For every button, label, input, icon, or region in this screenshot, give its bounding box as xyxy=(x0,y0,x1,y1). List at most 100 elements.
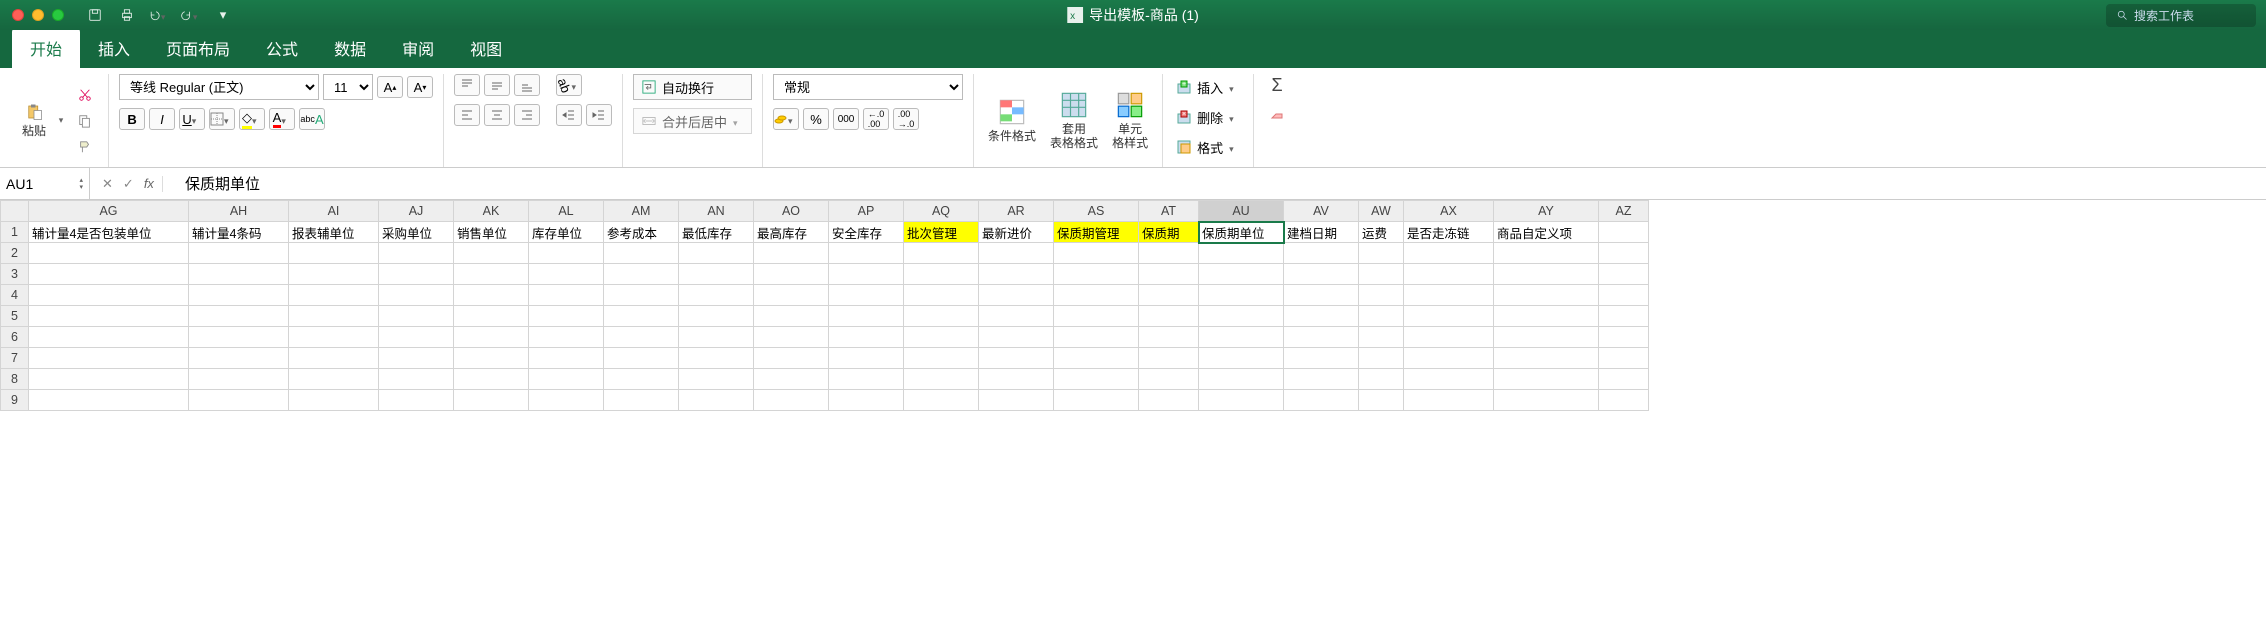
cell[interactable] xyxy=(379,327,454,348)
cell[interactable] xyxy=(604,264,679,285)
name-box[interactable]: AU1 ▴▾ xyxy=(0,168,90,199)
cell[interactable] xyxy=(904,306,979,327)
cell[interactable]: 库存单位 xyxy=(529,222,604,243)
cell[interactable] xyxy=(189,390,289,411)
column-header[interactable]: AJ xyxy=(379,201,454,222)
cell[interactable] xyxy=(679,369,754,390)
cell[interactable] xyxy=(454,369,529,390)
cell[interactable] xyxy=(979,348,1054,369)
undo-button[interactable] xyxy=(148,6,170,24)
italic-button[interactable]: I xyxy=(149,108,175,130)
cell[interactable]: 最低库存 xyxy=(679,222,754,243)
cell[interactable] xyxy=(289,264,379,285)
cell[interactable] xyxy=(529,348,604,369)
save-icon[interactable] xyxy=(84,6,106,24)
cell[interactable] xyxy=(604,348,679,369)
cell[interactable] xyxy=(604,327,679,348)
cell[interactable] xyxy=(754,306,829,327)
row-header[interactable]: 8 xyxy=(1,369,29,390)
cell[interactable] xyxy=(829,348,904,369)
column-header[interactable]: AO xyxy=(754,201,829,222)
cell[interactable]: 销售单位 xyxy=(454,222,529,243)
cell[interactable] xyxy=(29,348,189,369)
cell[interactable] xyxy=(1359,306,1404,327)
cell[interactable] xyxy=(1054,369,1139,390)
cell[interactable] xyxy=(754,264,829,285)
cell[interactable] xyxy=(1139,243,1199,264)
cell[interactable] xyxy=(679,306,754,327)
cell[interactable]: 采购单位 xyxy=(379,222,454,243)
cell[interactable]: 最新进价 xyxy=(979,222,1054,243)
cell[interactable] xyxy=(754,369,829,390)
merge-center-button[interactable]: 合并后居中 xyxy=(633,108,752,134)
cell[interactable] xyxy=(1199,369,1284,390)
cell[interactable] xyxy=(29,390,189,411)
column-header[interactable]: AH xyxy=(189,201,289,222)
wrap-text-button[interactable]: 自动换行 xyxy=(633,74,752,100)
cell[interactable]: 报表辅单位 xyxy=(289,222,379,243)
cell[interactable] xyxy=(189,327,289,348)
cell[interactable] xyxy=(1599,285,1649,306)
cell[interactable] xyxy=(454,390,529,411)
cell[interactable] xyxy=(379,306,454,327)
row-header[interactable]: 2 xyxy=(1,243,29,264)
fx-icon[interactable]: fx xyxy=(144,176,163,192)
cell[interactable] xyxy=(904,327,979,348)
font-size-combo[interactable]: 11 xyxy=(323,74,373,100)
cell[interactable] xyxy=(1199,264,1284,285)
cell[interactable] xyxy=(979,285,1054,306)
cell[interactable] xyxy=(1284,306,1359,327)
font-color-button[interactable]: A xyxy=(269,108,295,130)
cell[interactable] xyxy=(904,285,979,306)
cell[interactable] xyxy=(529,390,604,411)
cell[interactable] xyxy=(679,390,754,411)
cell[interactable] xyxy=(1284,348,1359,369)
column-header[interactable]: AY xyxy=(1494,201,1599,222)
format-painter-button[interactable] xyxy=(72,136,98,158)
increase-font-button[interactable]: A▴ xyxy=(377,76,403,98)
cell[interactable] xyxy=(289,369,379,390)
row-header[interactable]: 7 xyxy=(1,348,29,369)
column-header[interactable]: AL xyxy=(529,201,604,222)
cell[interactable] xyxy=(1359,264,1404,285)
cell[interactable]: 辅计量4条码 xyxy=(189,222,289,243)
delete-cells-button[interactable]: × 删除 xyxy=(1173,104,1243,130)
cell[interactable] xyxy=(189,348,289,369)
cell[interactable] xyxy=(1284,327,1359,348)
minimize-window-button[interactable] xyxy=(32,9,44,21)
column-header[interactable]: AW xyxy=(1359,201,1404,222)
cell[interactable] xyxy=(454,243,529,264)
cancel-formula-button[interactable]: ✕ xyxy=(102,176,113,192)
format-as-table-button[interactable]: 套用 表格格式 xyxy=(1046,89,1102,151)
cell[interactable] xyxy=(454,348,529,369)
cell[interactable] xyxy=(904,348,979,369)
cell[interactable] xyxy=(1494,306,1599,327)
orientation-button[interactable]: ab xyxy=(556,74,582,96)
cell[interactable] xyxy=(189,264,289,285)
cell[interactable] xyxy=(1599,222,1649,243)
percent-button[interactable]: % xyxy=(803,108,829,130)
cell[interactable] xyxy=(1404,369,1494,390)
cell[interactable]: 保质期管理 xyxy=(1054,222,1139,243)
cell[interactable] xyxy=(604,369,679,390)
cell[interactable] xyxy=(289,306,379,327)
cell[interactable] xyxy=(29,264,189,285)
cell[interactable] xyxy=(979,327,1054,348)
cell[interactable] xyxy=(604,390,679,411)
decrease-font-button[interactable]: A▾ xyxy=(407,76,433,98)
cell[interactable] xyxy=(1494,264,1599,285)
cell[interactable] xyxy=(379,285,454,306)
cell[interactable] xyxy=(454,306,529,327)
cell[interactable] xyxy=(1359,243,1404,264)
cell[interactable] xyxy=(1284,285,1359,306)
cell[interactable] xyxy=(1599,243,1649,264)
format-cells-button[interactable]: 格式 xyxy=(1173,134,1243,160)
cell[interactable] xyxy=(754,243,829,264)
cell[interactable] xyxy=(979,369,1054,390)
cell[interactable] xyxy=(1054,285,1139,306)
cut-button[interactable] xyxy=(72,84,98,106)
select-all-corner[interactable] xyxy=(1,201,29,222)
cell[interactable] xyxy=(189,243,289,264)
cell[interactable] xyxy=(1404,264,1494,285)
cell[interactable] xyxy=(829,327,904,348)
